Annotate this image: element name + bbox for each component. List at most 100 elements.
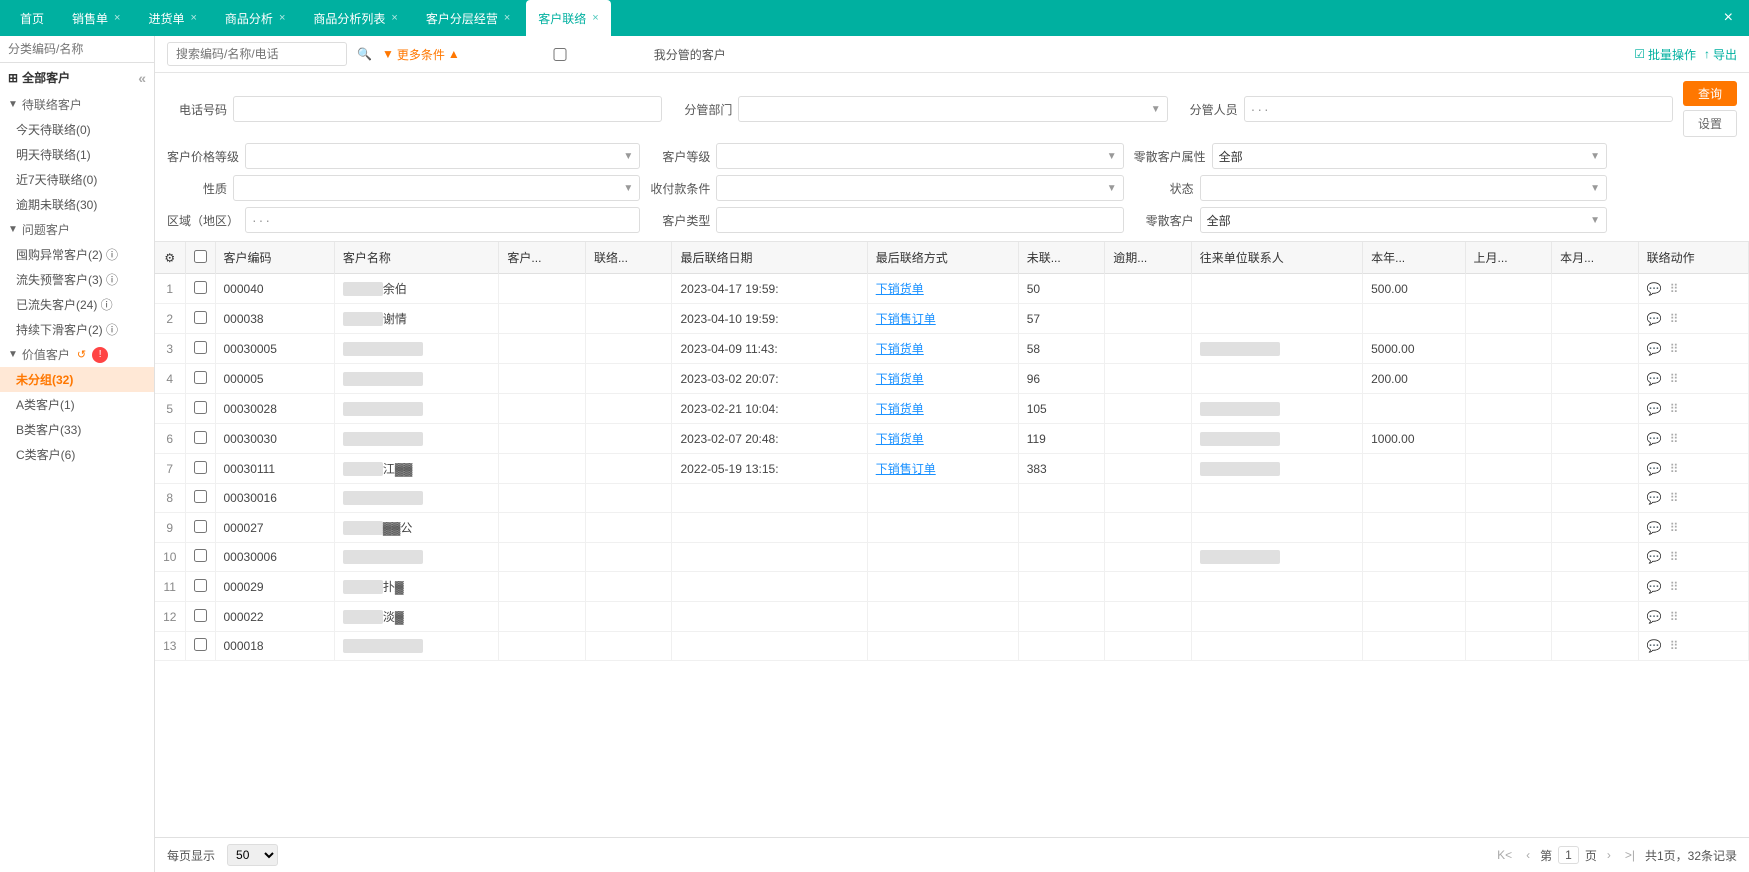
price-level-select[interactable]: ▼: [245, 143, 640, 169]
nav-home[interactable]: 首页: [8, 0, 56, 36]
sidebar-item-c-class[interactable]: C类客户(6): [0, 442, 154, 467]
row-checkbox[interactable]: [194, 549, 207, 562]
my-customers-checkbox-label[interactable]: 我分管的客户: [470, 46, 726, 63]
manager-input[interactable]: ···: [1244, 96, 1673, 122]
sidebar-item-churned[interactable]: 已流失客户(24) ⓘ: [0, 292, 154, 317]
nav-sales-order[interactable]: 销售单 ×: [60, 0, 132, 36]
refresh-icon[interactable]: ↺: [77, 348, 86, 361]
row-checkbox-cell[interactable]: [185, 424, 215, 454]
phone-action-icon[interactable]: 💬: [1647, 282, 1662, 296]
phone-action-icon[interactable]: 💬: [1647, 432, 1662, 446]
phone-action-icon[interactable]: 💬: [1647, 610, 1662, 624]
action-cell[interactable]: 💬 ⠿: [1638, 602, 1748, 632]
nav-sales-order-close[interactable]: ×: [114, 12, 120, 24]
nav-product-analysis-list-close[interactable]: ×: [391, 12, 397, 24]
grid-action-icon[interactable]: ⠿: [1670, 610, 1679, 624]
last-page-btn[interactable]: >|: [1621, 846, 1639, 864]
export-btn[interactable]: ↑ 导出: [1704, 46, 1737, 63]
phone-action-icon[interactable]: 💬: [1647, 312, 1662, 326]
row-checkbox[interactable]: [194, 579, 207, 592]
value-customer-section[interactable]: ▼ 价值客户 ↺ !: [0, 342, 154, 367]
grid-action-icon[interactable]: ⠿: [1670, 580, 1679, 594]
row-checkbox[interactable]: [194, 341, 207, 354]
phone-action-icon[interactable]: 💬: [1647, 521, 1662, 535]
phone-action-icon[interactable]: 💬: [1647, 550, 1662, 564]
nav-customer-contact-close[interactable]: ×: [592, 12, 598, 24]
last-contact-method[interactable]: 下销售订单: [867, 304, 1018, 334]
row-checkbox-cell[interactable]: [185, 274, 215, 304]
grid-action-icon[interactable]: ⠿: [1670, 521, 1679, 535]
col-last-date[interactable]: 最后联络日期: [672, 242, 867, 274]
my-customers-checkbox[interactable]: [470, 48, 650, 61]
first-page-btn[interactable]: K<: [1493, 846, 1516, 864]
row-checkbox[interactable]: [194, 461, 207, 474]
phone-input[interactable]: [233, 96, 662, 122]
last-contact-method[interactable]: 下销货单: [867, 364, 1018, 394]
search-btn-icon[interactable]: 🔍: [357, 47, 372, 61]
nav-purchase-order[interactable]: 进货单 ×: [136, 0, 208, 36]
row-checkbox[interactable]: [194, 490, 207, 503]
grid-action-icon[interactable]: ⠿: [1670, 491, 1679, 505]
row-checkbox[interactable]: [194, 431, 207, 444]
action-cell[interactable]: 💬 ⠿: [1638, 274, 1748, 304]
payment-select[interactable]: ▼: [716, 175, 1123, 201]
nav-product-analysis[interactable]: 商品分析 ×: [213, 0, 297, 36]
action-cell[interactable]: 💬 ⠿: [1638, 364, 1748, 394]
nav-customer-layer-close[interactable]: ×: [504, 12, 510, 24]
nature-select[interactable]: ▼: [233, 175, 640, 201]
grid-action-icon[interactable]: ⠿: [1670, 282, 1679, 296]
phone-action-icon[interactable]: 💬: [1647, 580, 1662, 594]
grid-action-icon[interactable]: ⠿: [1670, 372, 1679, 386]
dept-select[interactable]: ▼: [738, 96, 1167, 122]
phone-action-icon[interactable]: 💬: [1647, 372, 1662, 386]
last-contact-method[interactable]: 下销售订单: [867, 454, 1018, 484]
row-checkbox-cell[interactable]: [185, 543, 215, 572]
grid-action-icon[interactable]: ⠿: [1670, 639, 1679, 653]
close-all-tabs[interactable]: ×: [1716, 9, 1741, 27]
row-checkbox-cell[interactable]: [185, 334, 215, 364]
nav-product-analysis-list[interactable]: 商品分析列表 ×: [301, 0, 409, 36]
select-all-checkbox[interactable]: [194, 250, 207, 263]
sidebar-item-tomorrow[interactable]: 明天待联络(1): [0, 142, 154, 167]
phone-action-icon[interactable]: 💬: [1647, 402, 1662, 416]
phone-action-icon[interactable]: 💬: [1647, 342, 1662, 356]
row-checkbox-cell[interactable]: [185, 394, 215, 424]
row-checkbox-cell[interactable]: [185, 632, 215, 661]
sidebar-item-abnormal[interactable]: 囤购异常客户(2) ⓘ: [0, 242, 154, 267]
nav-customer-layer[interactable]: 客户分层经营 ×: [414, 0, 522, 36]
sidebar-item-b-class[interactable]: B类客户(33): [0, 417, 154, 442]
col-customer-code[interactable]: 客户编码: [215, 242, 334, 274]
col-customer-name[interactable]: 客户名称: [334, 242, 499, 274]
grid-action-icon[interactable]: ⠿: [1670, 550, 1679, 564]
row-checkbox[interactable]: [194, 311, 207, 324]
sidebar-item-overdue[interactable]: 逾期未联络(30): [0, 192, 154, 217]
scatter-attr-select[interactable]: 全部 ▼: [1212, 143, 1607, 169]
action-cell[interactable]: 💬 ⠿: [1638, 454, 1748, 484]
row-checkbox-cell[interactable]: [185, 513, 215, 543]
query-btn[interactable]: 查询: [1683, 81, 1737, 106]
sidebar-item-a-class[interactable]: A类客户(1): [0, 392, 154, 417]
row-checkbox-cell[interactable]: [185, 304, 215, 334]
all-customers-header[interactable]: ⊞ 全部客户 «: [0, 63, 154, 92]
batch-op-btn[interactable]: ☑ 批量操作: [1634, 46, 1696, 63]
last-contact-method[interactable]: 下销货单: [867, 424, 1018, 454]
customer-level-select[interactable]: ▼: [716, 143, 1123, 169]
sidebar-item-7days[interactable]: 近7天待联络(0): [0, 167, 154, 192]
action-cell[interactable]: 💬 ⠿: [1638, 424, 1748, 454]
grid-action-icon[interactable]: ⠿: [1670, 402, 1679, 416]
row-checkbox[interactable]: [194, 401, 207, 414]
sidebar-search-input[interactable]: [8, 42, 155, 56]
prev-page-btn[interactable]: ‹: [1522, 846, 1534, 864]
phone-action-icon[interactable]: 💬: [1647, 491, 1662, 505]
page-size-select[interactable]: 10 20 50 100: [227, 844, 278, 866]
reset-btn[interactable]: 设置: [1683, 110, 1737, 137]
action-cell[interactable]: 💬 ⠿: [1638, 334, 1748, 364]
action-cell[interactable]: 💬 ⠿: [1638, 543, 1748, 572]
row-checkbox-cell[interactable]: [185, 602, 215, 632]
col-gear[interactable]: ⚙: [155, 242, 185, 274]
more-conditions-btn[interactable]: ▼ 更多条件 ▲: [382, 46, 460, 63]
sidebar-item-ungroup[interactable]: 未分组(32): [0, 367, 154, 392]
last-contact-method[interactable]: 下销货单: [867, 334, 1018, 364]
next-page-btn[interactable]: ›: [1603, 846, 1615, 864]
col-select-all[interactable]: [185, 242, 215, 274]
